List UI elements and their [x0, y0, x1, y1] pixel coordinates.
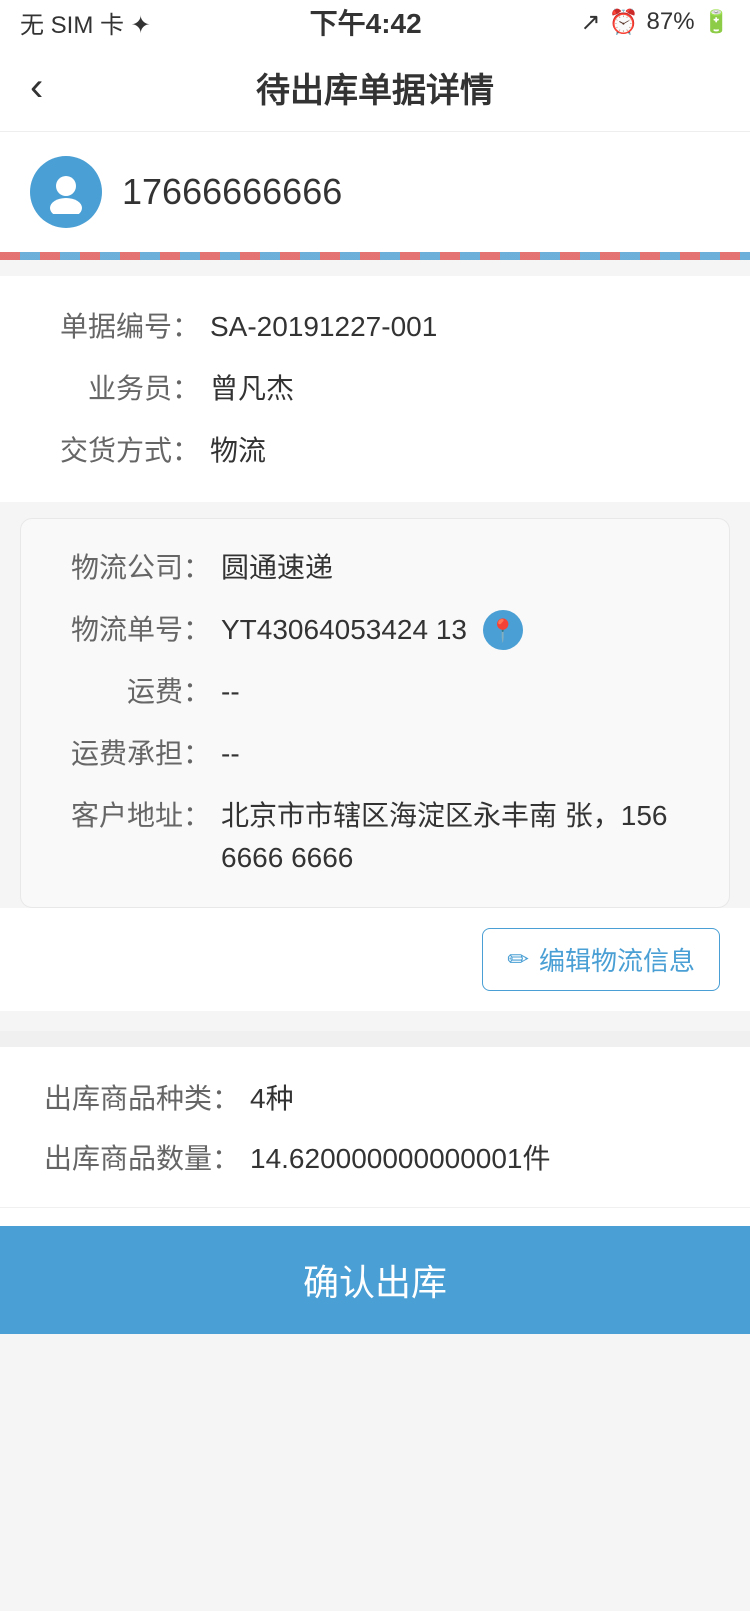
battery-icon: 🔋 [703, 9, 730, 35]
goods-types-label: 出库商品种类： [40, 1077, 240, 1117]
delivery-label: 交货方式： [40, 430, 200, 472]
logistics-freight-bear-value: -- [221, 733, 699, 775]
confirm-btn-label: 确认出库 [303, 1262, 447, 1303]
logistics-company-label: 物流公司： [51, 547, 211, 589]
edit-logistics-label: 编辑物流信息 [539, 941, 695, 978]
bottom-spacer [0, 1511, 750, 1611]
order-no-label: 单据编号： [40, 306, 200, 348]
goods-qty-row: 出库商品数量： 14.620000000000001件 [40, 1137, 710, 1177]
goods-types-value: 4种 [250, 1077, 294, 1117]
logistics-tracking-value: YT43064053424 13 [221, 609, 699, 651]
logistics-tracking-row: 物流单号： YT43064053424 13 [51, 609, 699, 651]
nav-bar: ‹ 待出库单据详情 [0, 44, 750, 132]
edit-logistics-row: ✏ 编辑物流信息 [0, 908, 750, 1011]
page-title: 待出库单据详情 [256, 63, 494, 112]
order-info-section: 单据编号： SA-20191227-001 业务员： 曾凡杰 交货方式： 物流 [0, 276, 750, 502]
status-right: ↗ ⏰ 87% 🔋 [581, 8, 730, 37]
goods-types-row: 出库商品种类： 4种 [40, 1077, 710, 1117]
logistics-address-value: 北京市市辖区海淀区永丰南 张，156 6666 6666 [221, 795, 699, 879]
logistics-freight-row: 运费： -- [51, 671, 699, 713]
customer-phone: 17666666666 [122, 171, 342, 213]
logistics-address-row: 客户地址： 北京市市辖区海淀区永丰南 张，156 6666 6666 [51, 795, 699, 879]
logistics-freight-bear-label: 运费承担： [51, 733, 211, 775]
order-no-row: 单据编号： SA-20191227-001 [40, 306, 710, 348]
logistics-company-value: 圆通速递 [221, 547, 699, 589]
edit-icon: ✏ [507, 944, 529, 975]
customer-header: 17666666666 [0, 132, 750, 252]
staff-value: 曾凡杰 [210, 368, 710, 410]
logistics-company-row: 物流公司： 圆通速递 [51, 547, 699, 589]
alarm-icon: ⏰ [609, 8, 639, 37]
logistics-freight-bear-row: 运费承担： -- [51, 733, 699, 775]
goods-qty-value: 14.620000000000001件 [250, 1137, 551, 1177]
customer-avatar [30, 156, 102, 228]
dashed-divider [0, 252, 750, 260]
goods-qty-label: 出库商品数量： [40, 1137, 240, 1177]
confirm-button[interactable]: 确认出库 [0, 1226, 750, 1334]
status-left: 无 SIM 卡 ✦ [20, 5, 151, 40]
battery-level: 87% [647, 8, 695, 36]
status-time: 下午4:42 [310, 2, 422, 42]
logistics-freight-value: -- [221, 671, 699, 713]
status-bar: 无 SIM 卡 ✦ 下午4:42 ↗ ⏰ 87% 🔋 [0, 0, 750, 44]
delivery-row: 交货方式： 物流 [40, 430, 710, 472]
order-no-value: SA-20191227-001 [210, 306, 710, 348]
staff-label: 业务员： [40, 368, 200, 410]
delivery-value: 物流 [210, 430, 710, 472]
tracking-location-icon[interactable] [483, 610, 523, 650]
sim-status: 无 SIM 卡 ✦ [20, 5, 151, 40]
back-button[interactable]: ‹ [30, 65, 43, 110]
staff-row: 业务员： 曾凡杰 [40, 368, 710, 410]
goods-section: 出库商品种类： 4种 出库商品数量： 14.620000000000001件 [0, 1047, 750, 1207]
logistics-tracking-label: 物流单号： [51, 609, 211, 651]
logistics-card: 物流公司： 圆通速递 物流单号： YT43064053424 13 运费： --… [20, 518, 730, 908]
location-status-icon: ↗ [581, 8, 601, 37]
section-separator [0, 1031, 750, 1047]
logistics-address-label: 客户地址： [51, 795, 211, 837]
logistics-freight-label: 运费： [51, 671, 211, 713]
content-space [0, 1311, 750, 1511]
edit-logistics-button[interactable]: ✏ 编辑物流信息 [482, 928, 720, 991]
